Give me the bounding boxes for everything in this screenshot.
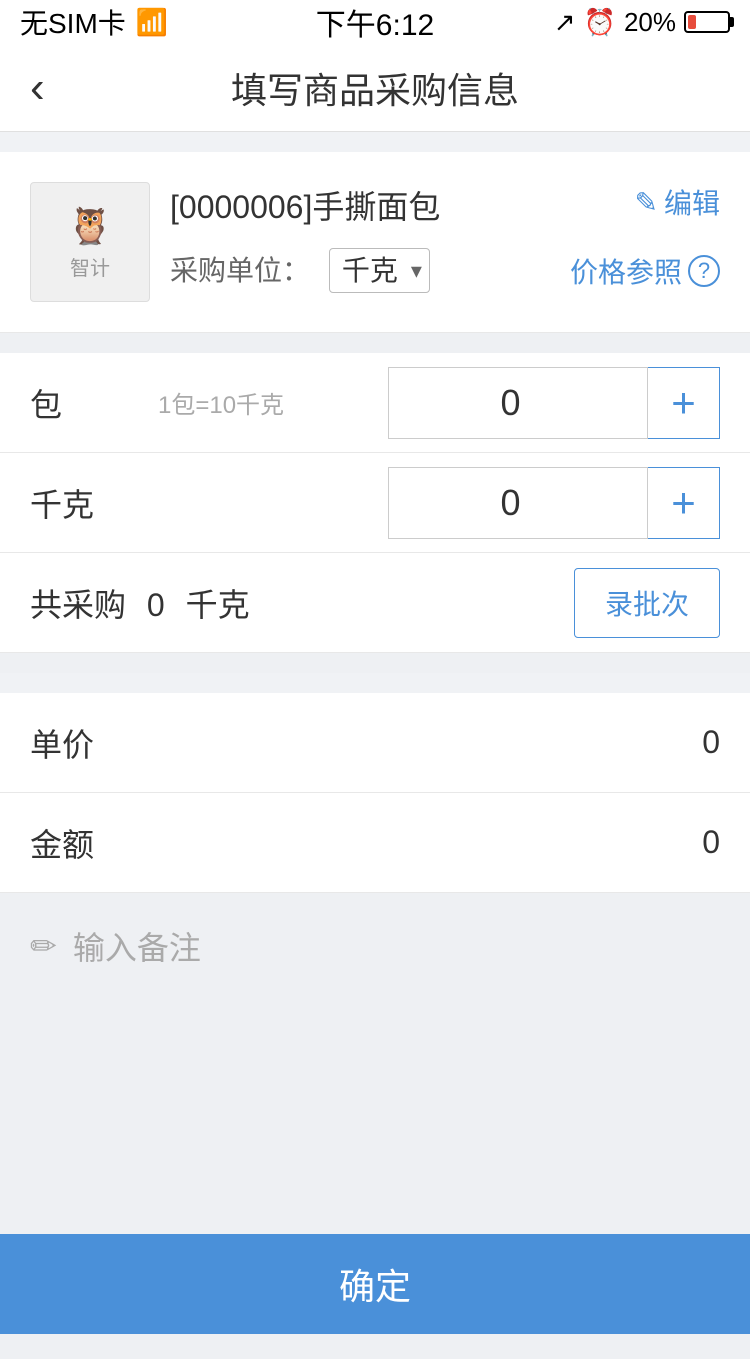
total-amount: 0 xyxy=(147,587,165,623)
kilogram-input[interactable] xyxy=(388,467,648,539)
amount-value: 0 xyxy=(702,824,720,861)
unit-price-value: 0 xyxy=(702,724,720,761)
pencil-icon: ✏ xyxy=(30,927,57,965)
product-unit-row: 采购单位： 千克 包 价格参照 ? xyxy=(170,248,720,293)
package-row: 包 1包=10千克 + xyxy=(0,353,750,453)
kilogram-row: 千克 + xyxy=(0,453,750,553)
input-section: 包 1包=10千克 + 千克 + 共采购 0 千克 录批次 xyxy=(0,353,750,653)
battery-text: 20% xyxy=(624,7,676,38)
package-input[interactable] xyxy=(388,367,648,439)
price-reference[interactable]: 价格参照 ? xyxy=(570,251,720,291)
package-input-group: + xyxy=(388,367,720,439)
edit-button[interactable]: ✎ 编辑 xyxy=(635,182,720,222)
kilogram-input-group: + xyxy=(388,467,720,539)
product-info: [0000006]手撕面包 ✎ 编辑 采购单位： 千克 包 价格参照 ? xyxy=(170,182,720,293)
product-image: 🦉 智计 xyxy=(30,182,150,302)
batch-button[interactable]: 录批次 xyxy=(574,568,720,638)
wifi-icon: 📶 xyxy=(136,7,168,38)
carrier-text: 无SIM卡 xyxy=(20,2,126,42)
help-icon[interactable]: ? xyxy=(688,255,720,287)
notes-placeholder: 输入备注 xyxy=(73,923,201,969)
kilogram-plus-button[interactable]: + xyxy=(648,467,720,539)
status-left: 无SIM卡 📶 xyxy=(20,2,168,42)
unit-select[interactable]: 千克 包 xyxy=(329,248,430,293)
unit-price-label: 单价 xyxy=(30,720,94,766)
total-label-group: 共采购 0 千克 xyxy=(30,580,250,626)
edit-icon: ✎ xyxy=(635,186,658,219)
total-unit: 千克 xyxy=(186,587,250,623)
total-row: 共采购 0 千克 录批次 xyxy=(0,553,750,653)
status-bar: 无SIM卡 📶 下午6:12 ↗ ⏰ 20% xyxy=(0,0,750,44)
nav-bar: ‹ 填写商品采购信息 xyxy=(0,44,750,132)
kilogram-label: 千克 xyxy=(30,480,150,526)
unit-price-row: 单价 0 xyxy=(0,693,750,793)
package-sublabel: 1包=10千克 xyxy=(158,385,388,420)
unit-select-wrapper[interactable]: 千克 包 xyxy=(319,248,430,293)
product-logo: 🦉 智计 xyxy=(68,201,113,283)
status-time: 下午6:12 xyxy=(316,0,434,44)
divider-1 xyxy=(0,333,750,353)
divider-2 xyxy=(0,653,750,673)
price-ref-label: 价格参照 xyxy=(570,251,682,291)
back-button[interactable]: ‹ xyxy=(30,66,45,110)
amount-label: 金额 xyxy=(30,820,94,866)
location-icon: ↗ xyxy=(554,7,576,38)
alarm-icon: ⏰ xyxy=(584,7,616,38)
product-name: [0000006]手撕面包 xyxy=(170,182,440,228)
price-section: 单价 0 金额 0 xyxy=(0,693,750,893)
page-title: 填写商品采购信息 xyxy=(231,62,519,114)
total-prefix: 共采购 xyxy=(30,587,126,623)
status-right: ↗ ⏰ 20% xyxy=(554,7,730,38)
package-label: 包 xyxy=(30,380,150,426)
amount-row: 金额 0 xyxy=(0,793,750,893)
notes-section[interactable]: ✏ 输入备注 xyxy=(0,893,750,999)
confirm-button[interactable]: 确定 xyxy=(0,1234,750,1334)
package-plus-button[interactable]: + xyxy=(648,367,720,439)
product-card: 🦉 智计 [0000006]手撕面包 ✎ 编辑 采购单位： 千克 包 xyxy=(0,152,750,333)
product-header: [0000006]手撕面包 ✎ 编辑 xyxy=(170,182,720,228)
battery-icon xyxy=(684,11,730,33)
unit-label: 采购单位： xyxy=(170,255,310,286)
edit-label: 编辑 xyxy=(664,182,720,222)
unit-row-left: 采购单位： 千克 包 xyxy=(170,248,430,293)
